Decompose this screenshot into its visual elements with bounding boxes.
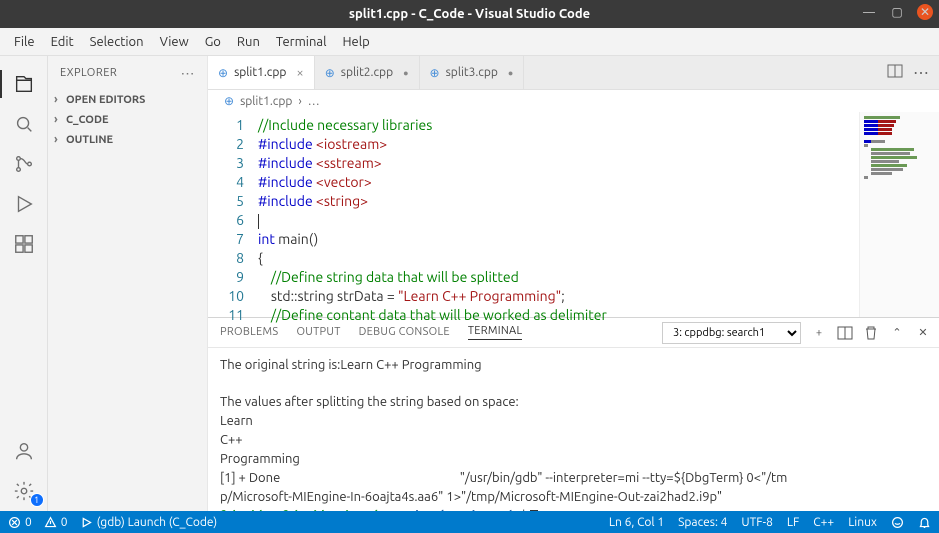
status-launch[interactable]: (gdb) Launch (C_Code) bbox=[80, 516, 218, 529]
minimize-button[interactable]: — bbox=[861, 4, 877, 20]
split-editor-icon[interactable] bbox=[887, 63, 903, 83]
status-encoding[interactable]: UTF-8 bbox=[741, 516, 772, 529]
tab-label: split3.cpp bbox=[446, 66, 498, 79]
panel-tabs: PROBLEMS OUTPUT DEBUG CONSOLE TERMINAL 3… bbox=[208, 318, 939, 348]
menu-selection[interactable]: Selection bbox=[82, 31, 152, 53]
breadcrumb[interactable]: ⊕ split1.cpp › … bbox=[208, 90, 939, 112]
cpp-file-icon: ⊕ bbox=[430, 66, 440, 80]
menu-view[interactable]: View bbox=[152, 31, 197, 53]
kill-terminal-icon[interactable] bbox=[863, 325, 879, 341]
tab-split2[interactable]: ⊕ split2.cpp ● bbox=[315, 56, 420, 89]
tab-dirty-icon: ● bbox=[508, 68, 513, 78]
panel-tab-problems[interactable]: PROBLEMS bbox=[220, 326, 278, 340]
status-errors[interactable]: 0 bbox=[8, 516, 32, 529]
status-bell-icon[interactable] bbox=[918, 516, 931, 529]
run-debug-icon[interactable] bbox=[0, 184, 48, 224]
outline-section[interactable]: OUTLINE bbox=[48, 130, 207, 150]
close-button[interactable]: ✕ bbox=[917, 4, 933, 20]
terminal-selector[interactable]: 3: cppdbg: search1 bbox=[662, 322, 801, 344]
cpp-file-icon: ⊕ bbox=[325, 66, 335, 80]
breadcrumb-file: split1.cpp bbox=[240, 95, 292, 108]
panel-maximize-icon[interactable]: ⌃ bbox=[889, 325, 905, 341]
maximize-button[interactable]: ▢ bbox=[889, 4, 905, 20]
tab-dirty-icon: ● bbox=[403, 68, 408, 78]
cpp-file-icon: ⊕ bbox=[218, 66, 228, 80]
open-editors-section[interactable]: OPEN EDITORS bbox=[48, 90, 207, 110]
menu-bar: File Edit Selection View Go Run Terminal… bbox=[0, 28, 939, 56]
tab-label: split2.cpp bbox=[341, 66, 393, 79]
source-control-icon[interactable] bbox=[0, 144, 48, 184]
menu-terminal[interactable]: Terminal bbox=[268, 31, 335, 53]
explorer-sidebar: EXPLORER ⋯ OPEN EDITORS C_CODE OUTLINE bbox=[48, 56, 208, 511]
window-title: split1.cpp - C_Code - Visual Studio Code bbox=[349, 7, 590, 21]
status-spaces[interactable]: Spaces: 4 bbox=[678, 516, 727, 529]
panel-tab-debug[interactable]: DEBUG CONSOLE bbox=[359, 326, 450, 340]
menu-file[interactable]: File bbox=[6, 31, 43, 53]
tab-label: split1.cpp bbox=[234, 66, 286, 79]
sidebar-title: EXPLORER bbox=[60, 67, 117, 79]
search-icon[interactable] bbox=[0, 104, 48, 144]
panel-close-icon[interactable]: ✕ bbox=[915, 325, 931, 341]
activity-bar: 1 bbox=[0, 56, 48, 511]
panel-tab-terminal[interactable]: TERMINAL bbox=[468, 325, 523, 340]
menu-run[interactable]: Run bbox=[229, 31, 268, 53]
extensions-icon[interactable] bbox=[0, 224, 48, 264]
tab-split1[interactable]: ⊕ split1.cpp × bbox=[208, 56, 315, 89]
menu-go[interactable]: Go bbox=[197, 31, 229, 53]
tab-bar: ⊕ split1.cpp × ⊕ split2.cpp ● ⊕ split3.c… bbox=[208, 56, 939, 90]
status-os[interactable]: Linux bbox=[848, 516, 877, 529]
settings-icon[interactable]: 1 bbox=[0, 471, 48, 511]
panel-tab-output[interactable]: OUTPUT bbox=[296, 326, 340, 340]
bottom-panel: PROBLEMS OUTPUT DEBUG CONSOLE TERMINAL 3… bbox=[208, 317, 939, 511]
breadcrumb-sep: › bbox=[298, 95, 301, 108]
sidebar-more-icon[interactable]: ⋯ bbox=[181, 65, 196, 82]
terminal-output[interactable]: The original string is:Learn C++ Program… bbox=[208, 348, 939, 511]
editor-more-icon[interactable]: ⋯ bbox=[913, 63, 929, 82]
explorer-icon[interactable] bbox=[0, 64, 48, 104]
settings-badge: 1 bbox=[30, 493, 44, 507]
cpp-file-icon: ⊕ bbox=[224, 94, 234, 108]
line-gutter: 1234567891011 bbox=[208, 112, 258, 317]
breadcrumb-more: … bbox=[308, 95, 320, 108]
folder-section[interactable]: C_CODE bbox=[48, 110, 207, 130]
new-terminal-icon[interactable]: + bbox=[811, 325, 827, 341]
editor-group: ⊕ split1.cpp × ⊕ split2.cpp ● ⊕ split3.c… bbox=[208, 56, 939, 511]
status-warnings[interactable]: 0 bbox=[44, 516, 68, 529]
minimap[interactable] bbox=[859, 112, 939, 317]
status-eol[interactable]: LF bbox=[787, 516, 799, 529]
menu-edit[interactable]: Edit bbox=[43, 31, 82, 53]
tab-close-icon[interactable]: × bbox=[296, 66, 303, 80]
editor-body[interactable]: 1234567891011 //Include necessary librar… bbox=[208, 112, 939, 317]
title-bar: split1.cpp - C_Code - Visual Studio Code… bbox=[0, 0, 939, 28]
status-lang[interactable]: C++ bbox=[813, 516, 834, 529]
menu-help[interactable]: Help bbox=[334, 31, 377, 53]
accounts-icon[interactable] bbox=[0, 431, 48, 471]
status-bar: 0 0 (gdb) Launch (C_Code) Ln 6, Col 1 Sp… bbox=[0, 511, 939, 533]
window-controls: — ▢ ✕ bbox=[861, 4, 933, 20]
code-area[interactable]: //Include necessary libraries#include <i… bbox=[258, 112, 939, 317]
status-lncol[interactable]: Ln 6, Col 1 bbox=[609, 516, 664, 529]
split-terminal-icon[interactable] bbox=[837, 325, 853, 341]
status-feedback-icon[interactable] bbox=[891, 516, 904, 529]
tab-split3[interactable]: ⊕ split3.cpp ● bbox=[420, 56, 525, 89]
